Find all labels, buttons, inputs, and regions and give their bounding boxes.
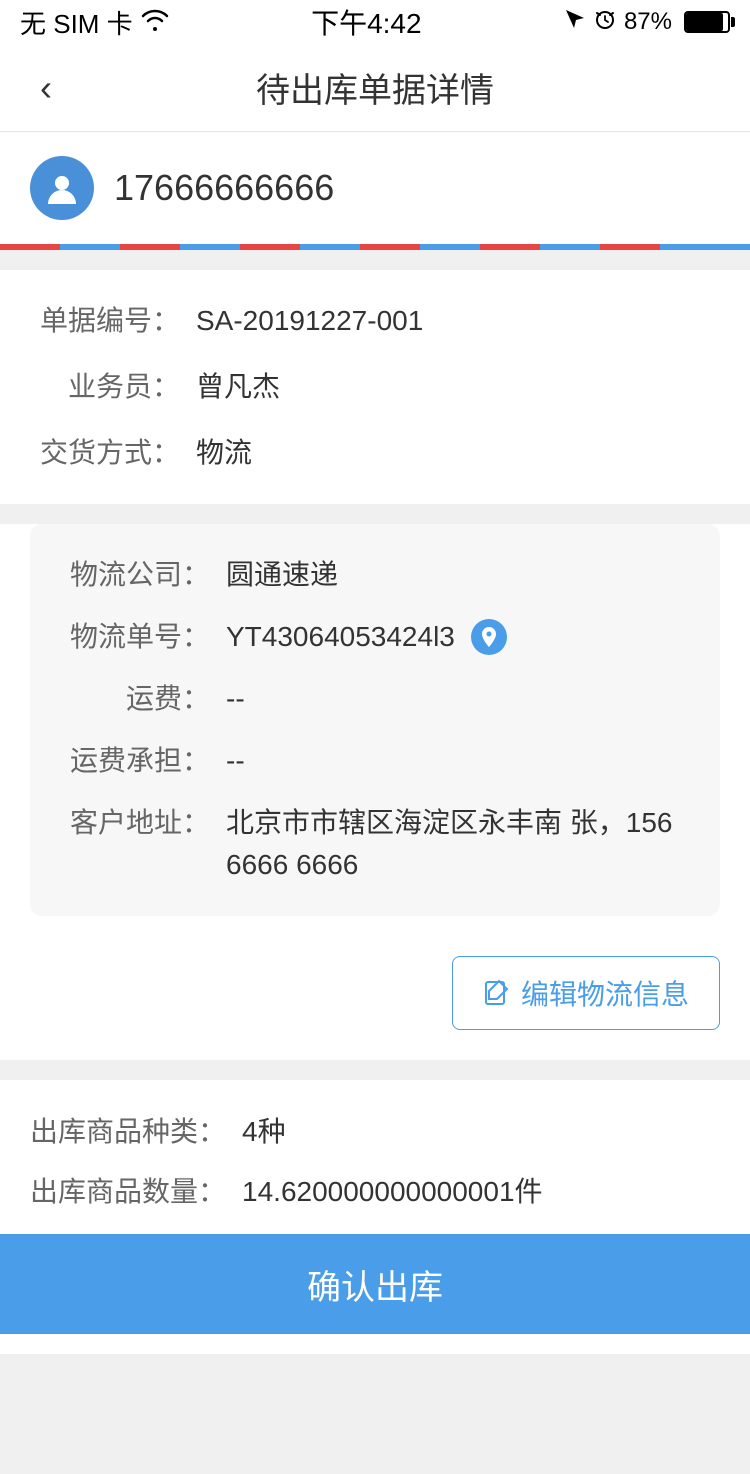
doc-no-label: 单据编号： [30, 300, 180, 342]
logistics-company-value: 圆通速递 [226, 554, 690, 596]
address-label: 客户地址： [60, 802, 210, 844]
freight-value: -- [226, 678, 690, 720]
status-left: 无 SIM 卡 [20, 4, 169, 41]
battery-percent: 87% [624, 8, 672, 36]
avatar [30, 156, 94, 220]
freight-label: 运费： [60, 678, 210, 720]
customer-header: 17666666666 [0, 132, 750, 244]
delivery-label: 交货方式： [30, 432, 180, 474]
logistics-company-label: 物流公司： [60, 554, 210, 596]
goods-type-row: 出库商品种类： 4种 [30, 1110, 720, 1150]
freight-bearer-value: -- [226, 740, 690, 782]
salesperson-row: 业务员： 曾凡杰 [30, 366, 720, 408]
battery-icon [684, 11, 730, 33]
wifi-icon [141, 7, 169, 38]
no-sim-text: 无 SIM 卡 [20, 4, 133, 41]
status-time: 下午4:42 [311, 2, 422, 42]
goods-section: 出库商品种类： 4种 出库商品数量： 14.620000000000001件 [0, 1080, 750, 1240]
track-location-icon[interactable] [471, 619, 507, 655]
goods-qty-row: 出库商品数量： 14.620000000000001件 [30, 1170, 720, 1210]
goods-type-label: 出库商品种类： [30, 1110, 226, 1150]
status-bar: 无 SIM 卡 下午4:42 87% [0, 0, 750, 44]
freight-bearer-label: 运费承担： [60, 740, 210, 782]
freight-bearer-row: 运费承担： -- [60, 740, 690, 782]
back-button[interactable]: ‹ [30, 57, 62, 119]
address-value: 北京市市辖区海淀区永丰南 张，156 6666 6666 [226, 802, 690, 886]
doc-no-value: SA-20191227-001 [196, 300, 720, 342]
edit-btn-label: 编辑物流信息 [521, 973, 689, 1013]
freight-row: 运费： -- [60, 678, 690, 720]
page-title: 待出库单据详情 [256, 63, 494, 112]
goods-qty-value: 14.620000000000001件 [242, 1170, 543, 1210]
order-info-section: 单据编号： SA-20191227-001 业务员： 曾凡杰 交货方式： 物流 [0, 270, 750, 504]
delivery-row: 交货方式： 物流 [30, 432, 720, 474]
doc-no-row: 单据编号： SA-20191227-001 [30, 300, 720, 342]
dashed-divider [0, 244, 750, 250]
logistics-company-row: 物流公司： 圆通速递 [60, 554, 690, 596]
alarm-icon [594, 8, 616, 37]
logistics-tracking-value: YT43064053424l3 [226, 616, 690, 658]
goods-qty-label: 出库商品数量： [30, 1170, 226, 1210]
confirm-btn-label: 确认出库 [307, 1260, 443, 1309]
logistics-tracking-label: 物流单号： [60, 616, 210, 658]
status-right: 87% [564, 8, 730, 37]
address-row: 客户地址： 北京市市辖区海淀区永丰南 张，156 6666 6666 [60, 802, 690, 886]
logistics-card: 物流公司： 圆通速递 物流单号： YT43064053424l3 运费： -- [30, 524, 720, 916]
goods-type-value: 4种 [242, 1110, 286, 1150]
logistics-tracking-row: 物流单号： YT43064053424l3 [60, 616, 690, 658]
salesperson-value: 曾凡杰 [196, 366, 720, 408]
customer-phone: 17666666666 [114, 167, 334, 209]
edit-logistics-button[interactable]: 编辑物流信息 [452, 956, 720, 1030]
confirm-button[interactable]: 确认出库 [0, 1234, 750, 1334]
nav-bar: ‹ 待出库单据详情 [0, 44, 750, 132]
edit-btn-container: 编辑物流信息 [0, 936, 750, 1050]
location-arrow-icon [564, 8, 586, 37]
delivery-value: 物流 [196, 432, 720, 474]
section-separator [0, 1060, 750, 1080]
salesperson-label: 业务员： [30, 366, 180, 408]
